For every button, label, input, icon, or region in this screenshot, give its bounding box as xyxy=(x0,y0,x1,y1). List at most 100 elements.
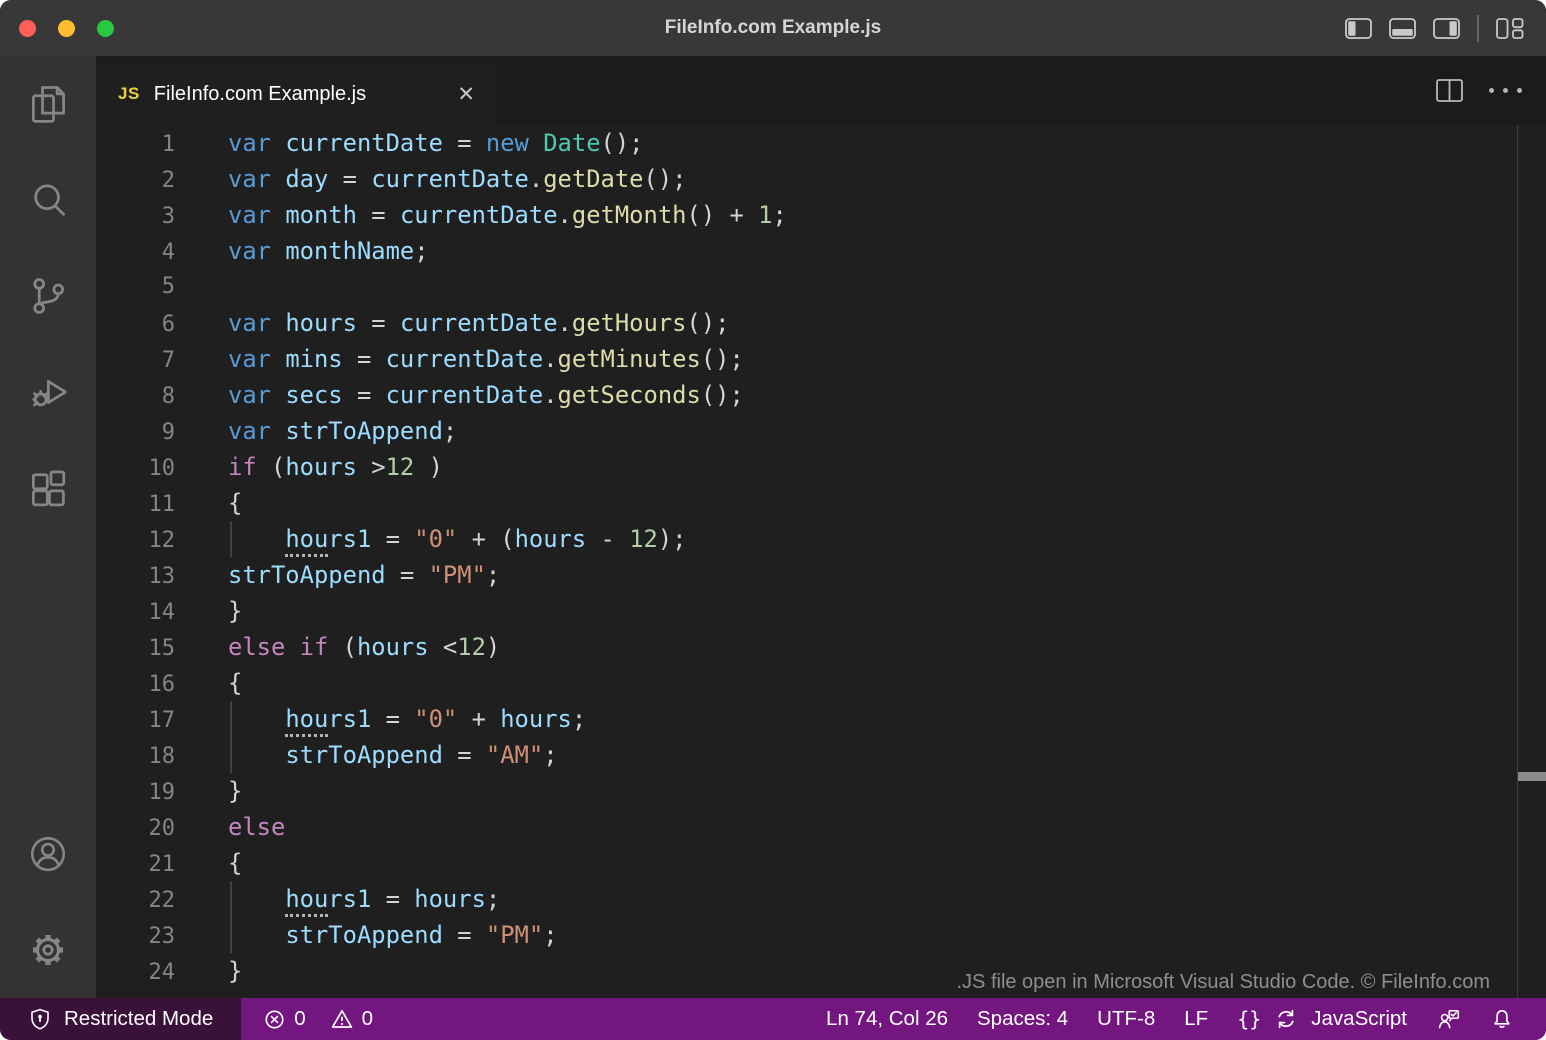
line-number: 1 xyxy=(161,132,175,157)
code-line[interactable]: 11 { xyxy=(96,485,1516,521)
more-actions-icon[interactable] xyxy=(1489,88,1522,93)
notifications-button[interactable] xyxy=(1490,1007,1514,1031)
code-line[interactable]: 22 hours1 = hours; xyxy=(96,881,1516,917)
code-line[interactable]: 2 var day = currentDate.getDate(); xyxy=(96,161,1516,197)
toggle-secondary-sidebar-icon[interactable] xyxy=(1433,17,1460,39)
line-number: 12 xyxy=(148,528,176,553)
sidebar-item-explorer[interactable] xyxy=(0,56,96,152)
titlebar: FileInfo.com Example.js xyxy=(0,0,1546,56)
code-line[interactable]: 19} xyxy=(96,773,1516,809)
code-text: { xyxy=(228,849,243,877)
line-number: 3 xyxy=(161,204,175,229)
sync-icon[interactable] xyxy=(1274,1007,1298,1031)
code-line[interactable]: 16 { xyxy=(96,665,1516,701)
code-line[interactable]: 9 var strToAppend; xyxy=(96,413,1516,449)
code-line[interactable]: 6 var hours = currentDate.getHours(); xyxy=(96,305,1516,341)
code-line[interactable]: 7 var mins = currentDate.getMinutes(); xyxy=(96,341,1516,377)
sidebar-item-search[interactable] xyxy=(0,152,96,248)
code-line[interactable]: 8 var secs = currentDate.getSeconds(); xyxy=(96,377,1516,413)
code-line[interactable]: 23 strToAppend = "PM"; xyxy=(96,917,1516,953)
code-line[interactable]: 13 strToAppend = "PM"; xyxy=(96,557,1516,593)
code-text: hours1 = "0" + hours; xyxy=(175,701,1516,737)
maximize-window-button[interactable] xyxy=(97,19,114,37)
shield-icon xyxy=(28,1007,52,1031)
tab-fileinfo-example-js[interactable]: JS FileInfo.com Example.js ✕ xyxy=(96,63,497,125)
run-debug-icon xyxy=(26,370,70,414)
code-line[interactable]: 18 strToAppend = "AM"; xyxy=(96,737,1516,773)
code-text: } xyxy=(228,777,243,805)
tab-bar: JS FileInfo.com Example.js ✕ xyxy=(96,56,1546,125)
code-line[interactable]: 21 { xyxy=(96,845,1516,881)
toggle-panel-icon[interactable] xyxy=(1389,17,1416,39)
code-text: strToAppend = "AM"; xyxy=(175,737,1516,773)
tab-label: FileInfo.com Example.js xyxy=(153,82,367,105)
problems-button[interactable]: 0 0 xyxy=(263,1007,373,1031)
line-number: 18 xyxy=(148,744,176,769)
line-number: 15 xyxy=(148,636,176,661)
minimize-window-button[interactable] xyxy=(58,19,75,37)
indentation-button[interactable]: Spaces: 4 xyxy=(977,1007,1068,1031)
code-text: hours1 = hours; xyxy=(175,881,1516,917)
language-mode-button[interactable]: JavaScript xyxy=(1311,1007,1407,1031)
code-text: strToAppend = "PM"; xyxy=(175,917,1516,953)
activity-bar xyxy=(0,56,96,998)
error-icon xyxy=(263,1008,286,1031)
code-editor[interactable]: 1 var currentDate = new Date(); 2 var day =… xyxy=(96,125,1546,998)
sidebar-item-accounts[interactable] xyxy=(0,806,96,902)
code-text: } xyxy=(228,597,243,625)
vscode-window: FileInfo.com Example.js JS FileInfo.com … xyxy=(0,0,1546,1040)
account-icon xyxy=(27,833,69,875)
code-line[interactable]: 15 else if (hours <12) xyxy=(96,629,1516,665)
sidebar-item-source-control[interactable] xyxy=(0,248,96,344)
restricted-mode-button[interactable]: Restricted Mode xyxy=(0,998,242,1040)
traffic-lights xyxy=(19,0,114,56)
line-number: 21 xyxy=(148,852,176,877)
code-text: strToAppend = "PM"; xyxy=(228,561,501,589)
code-line[interactable]: 17 hours1 = "0" + hours; xyxy=(96,701,1516,737)
customize-layout-icon[interactable] xyxy=(1496,17,1524,39)
line-number: 4 xyxy=(161,240,175,265)
line-number: 17 xyxy=(148,708,176,733)
line-number: 9 xyxy=(161,420,175,445)
code-text: var month = currentDate.getMonth() + 1; xyxy=(228,201,787,229)
extensions-icon xyxy=(26,466,70,510)
editor-actions xyxy=(1436,56,1522,125)
error-count: 0 xyxy=(294,1007,306,1030)
toggle-primary-sidebar-icon[interactable] xyxy=(1345,17,1372,39)
code-line[interactable]: 5 xyxy=(96,269,1516,305)
feedback-icon xyxy=(1436,1007,1461,1032)
search-icon xyxy=(26,178,70,222)
restricted-mode-label: Restricted Mode xyxy=(64,1007,214,1030)
warning-count: 0 xyxy=(361,1007,374,1030)
code-line[interactable]: 14} xyxy=(96,593,1516,629)
code-text: var currentDate = new Date(); xyxy=(228,129,644,157)
code-text: else xyxy=(228,813,286,841)
code-text: var mins = currentDate.getMinutes(); xyxy=(228,345,744,373)
close-tab-icon[interactable]: ✕ xyxy=(457,84,475,105)
javascript-file-icon: JS xyxy=(118,84,140,103)
code-line[interactable]: 10 if (hours >12 ) xyxy=(96,449,1516,485)
braces-icon[interactable]: {} xyxy=(1237,1007,1261,1031)
code-text: var hours = currentDate.getHours(); xyxy=(228,309,730,337)
code-line[interactable]: 1 var currentDate = new Date(); xyxy=(96,125,1516,161)
sidebar-item-run-and-debug[interactable] xyxy=(0,344,96,440)
code-text: hours1 = "0" + (hours - 12); xyxy=(175,521,1516,557)
code-line[interactable]: 4 var monthName; xyxy=(96,233,1516,269)
close-window-button[interactable] xyxy=(19,19,36,37)
split-editor-icon[interactable] xyxy=(1436,79,1463,102)
code-lines: 1 var currentDate = new Date(); 2 var day =… xyxy=(96,125,1516,989)
code-line[interactable]: 3 var month = currentDate.getMonth() + 1; xyxy=(96,197,1516,233)
line-number: 14 xyxy=(148,600,176,625)
cursor-position-button[interactable]: Ln 74, Col 26 xyxy=(826,1007,948,1031)
scrollbar[interactable] xyxy=(1517,125,1546,998)
sidebar-item-extensions[interactable] xyxy=(0,440,96,536)
code-text: var strToAppend; xyxy=(228,417,458,445)
code-line[interactable]: 12 hours1 = "0" + (hours - 12); xyxy=(96,521,1516,557)
code-line[interactable]: 20 else xyxy=(96,809,1516,845)
sidebar-item-settings[interactable] xyxy=(0,902,96,998)
feedback-button[interactable] xyxy=(1436,1007,1461,1032)
eol-button[interactable]: LF xyxy=(1184,1007,1208,1031)
window-title: FileInfo.com Example.js xyxy=(664,17,882,38)
encoding-button[interactable]: UTF-8 xyxy=(1097,1007,1155,1031)
line-number: 16 xyxy=(148,672,176,697)
